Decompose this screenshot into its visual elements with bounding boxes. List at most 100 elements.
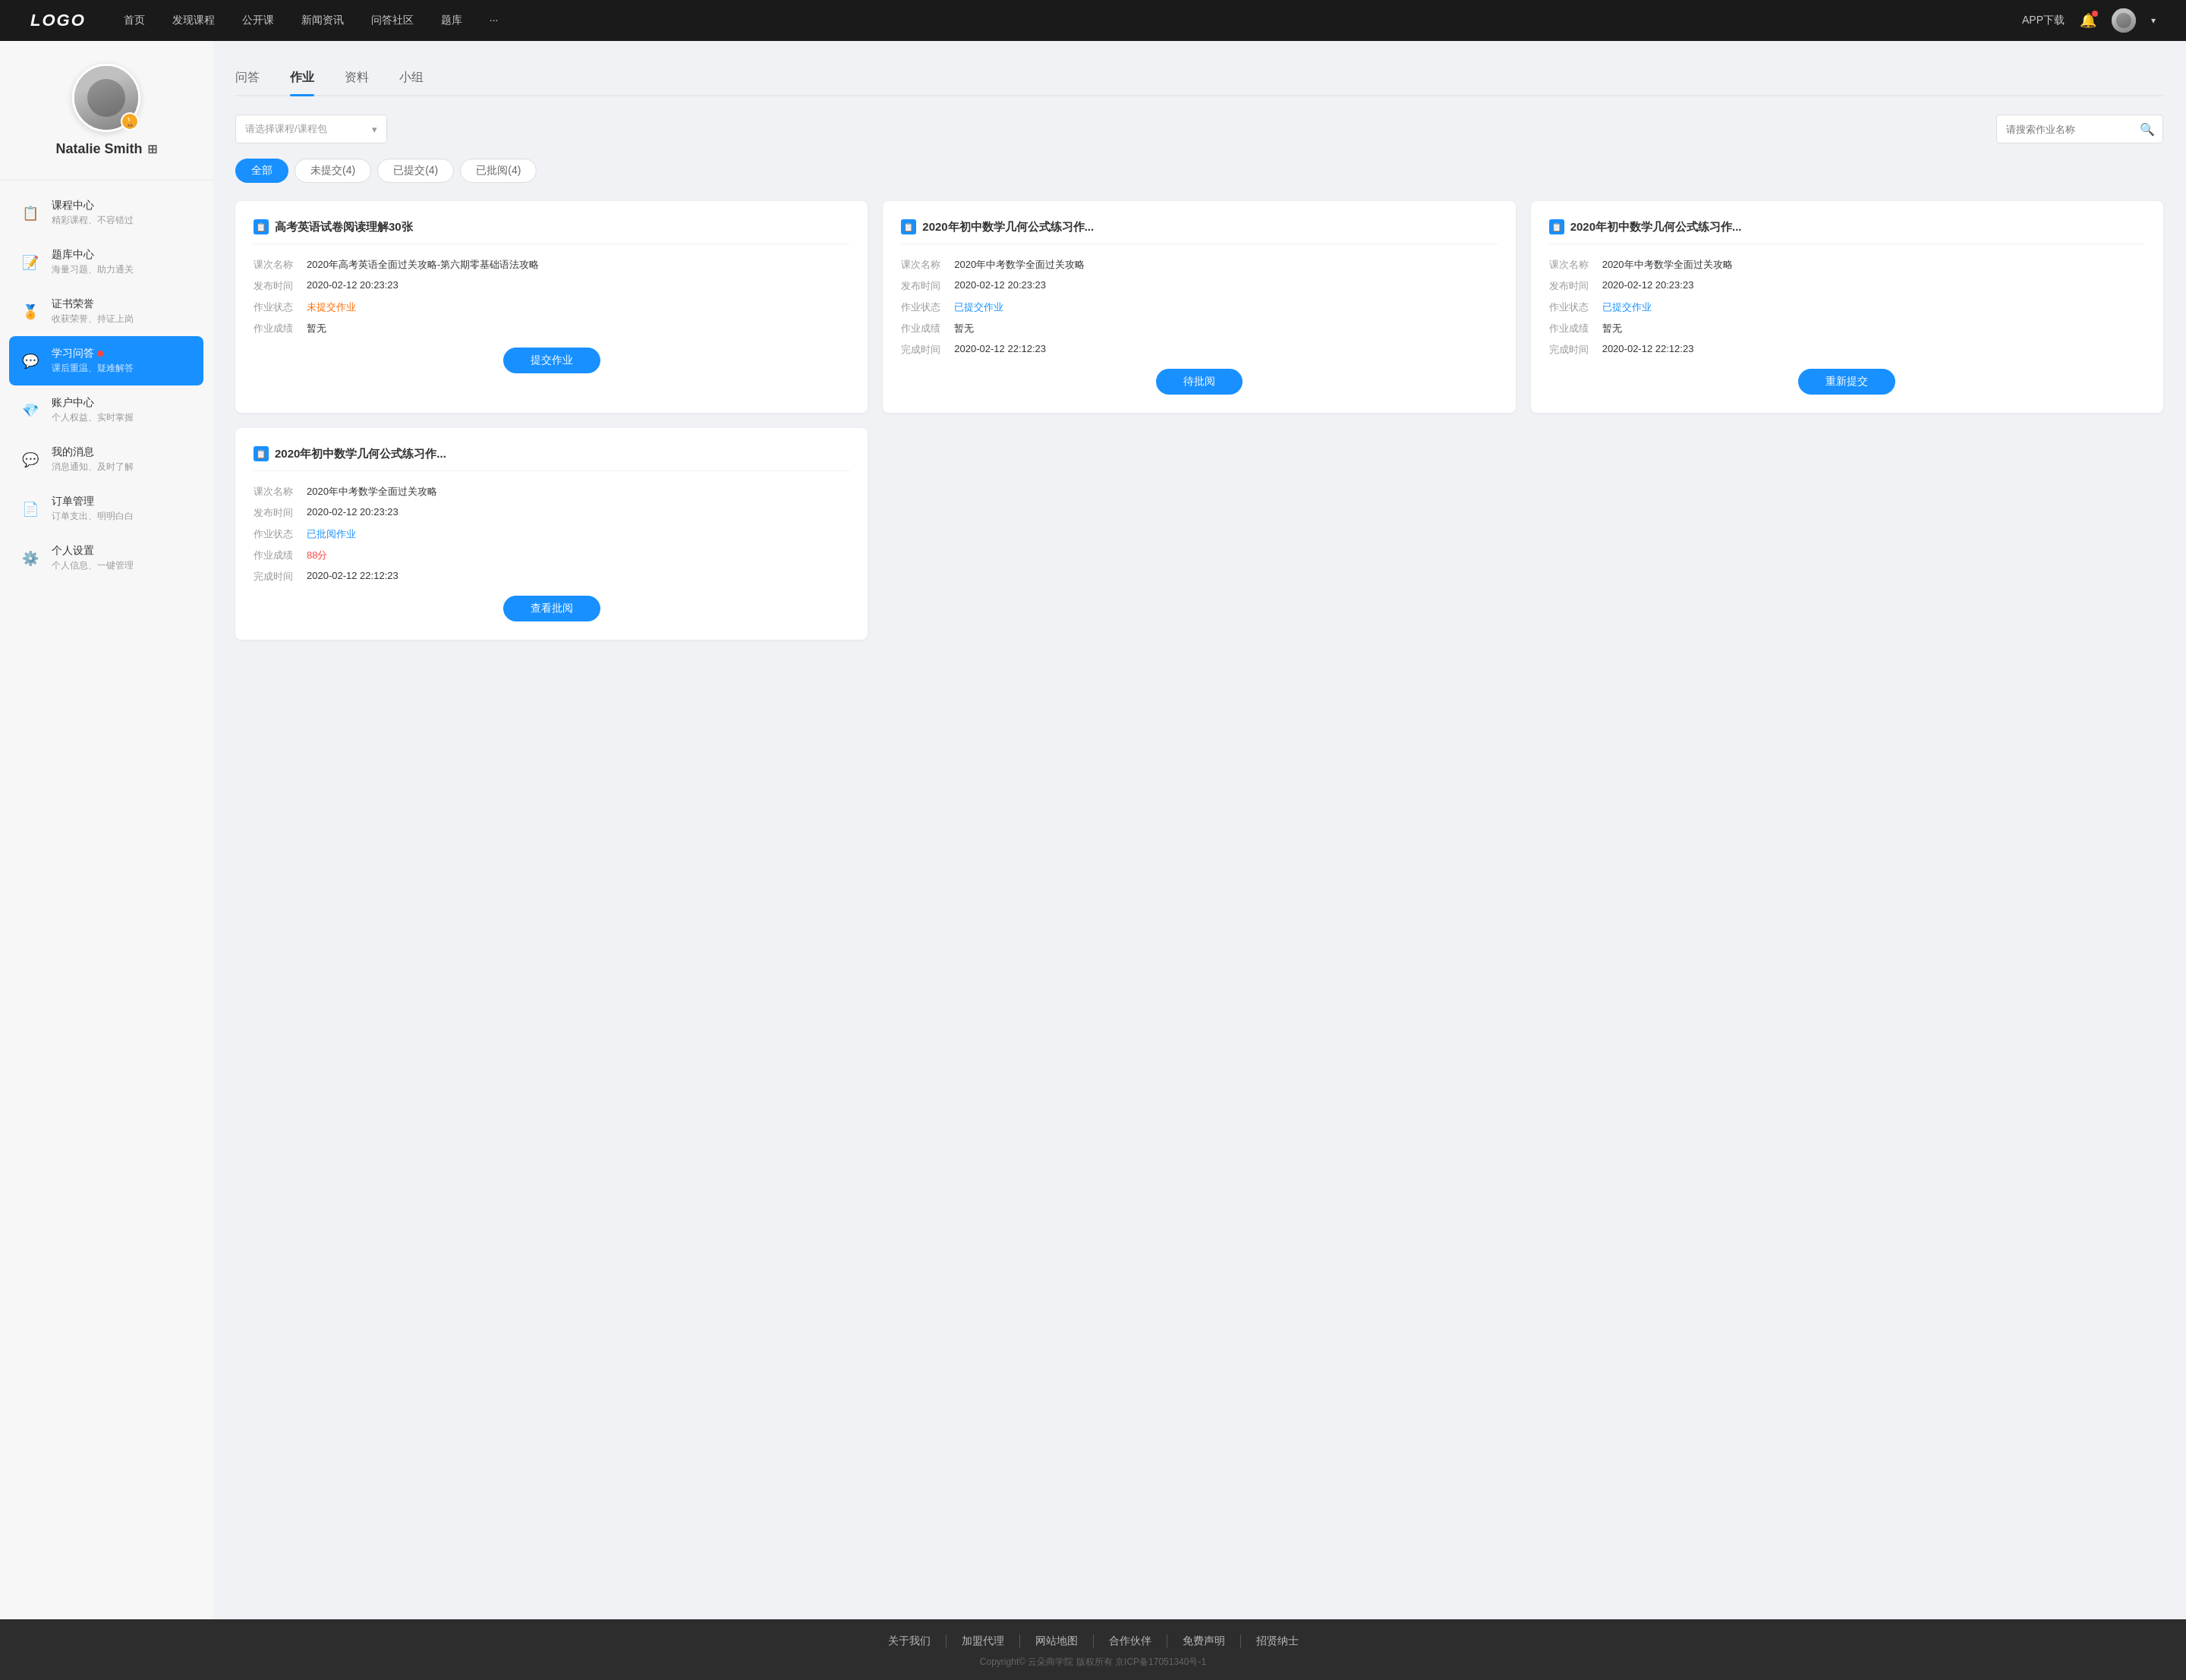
sidebar-item-learning-qa[interactable]: 💬 学习问答 课后重温、疑难解答 [9,336,203,385]
tab-homework[interactable]: 作业 [290,64,314,95]
main-layout: 🏆 Natalie Smith ⊞ 📋 课程中心 精彩课程、不容错过 📝 题库中… [0,41,2186,1619]
avatar-badge: 🏆 [121,112,139,131]
hw1-time-row: 发布时间 2020-02-12 20:23:23 [254,279,849,293]
learning-qa-text: 学习问答 课后重温、疑难解答 [52,347,194,375]
hw1-score-row: 作业成绩 暂无 [254,322,849,335]
sidebar-item-certificate[interactable]: 🏅 证书荣誉 收获荣誉、持证上岗 [0,287,213,336]
course-center-subtitle: 精彩课程、不容错过 [52,214,194,227]
hw3-title: 📋 2020年初中数学几何公式练习作... [1549,219,2145,244]
account-icon: 💎 [18,398,43,423]
hw3-score-row: 作业成绩 暂无 [1549,322,2145,335]
avatar-image [2112,8,2136,33]
search-icon[interactable]: 🔍 [2140,122,2155,137]
hw1-status-row: 作业状态 未提交作业 [254,300,849,314]
sidebar-item-question-bank[interactable]: 📝 题库中心 海量习题、助力通关 [0,238,213,287]
footer-recruit[interactable]: 招贤纳士 [1241,1634,1314,1648]
hw3-complete-row: 完成时间 2020-02-12 22:12:23 [1549,343,2145,357]
filter-all[interactable]: 全部 [235,159,288,183]
hw3-status-row: 作业状态 已提交作业 [1549,300,2145,314]
sidebar-item-orders[interactable]: 📄 订单管理 订单支出、明明白白 [0,484,213,533]
nav-bank[interactable]: 题库 [441,14,462,27]
nav-qa[interactable]: 问答社区 [371,14,414,27]
messages-icon: 💬 [18,448,43,472]
homework-card-1: 📋 高考英语试卷阅读理解30张 课次名称 2020年高考英语全面过关攻略-第六期… [235,201,868,413]
profile-section: 🏆 Natalie Smith ⊞ [0,64,213,181]
nav-news[interactable]: 新闻资讯 [301,14,344,27]
messages-text: 我的消息 消息通知、及时了解 [52,445,194,473]
tab-group[interactable]: 小组 [399,64,424,95]
hw2-score-row: 作业成绩 暂无 [901,322,1497,335]
question-bank-icon: 📝 [18,250,43,275]
content-tabs: 问答 作业 资料 小组 [235,64,2163,96]
account-title: 账户中心 [52,396,194,410]
filter-not-submitted[interactable]: 未提交(4) [295,159,371,183]
view-review-btn[interactable]: 查看批阅 [503,596,600,621]
hw3-course-row: 课次名称 2020年中考数学全面过关攻略 [1549,258,2145,272]
user-menu-chevron[interactable]: ▾ [2151,15,2156,26]
account-text: 账户中心 个人权益、实时掌握 [52,396,194,424]
logo[interactable]: LOGO [30,11,86,30]
page-footer: 关于我们 加盟代理 网站地图 合作伙伴 免费声明 招贤纳士 Copyright©… [0,1619,2186,1680]
filter-reviewed[interactable]: 已批阅(4) [460,159,537,183]
learning-qa-subtitle: 课后重温、疑难解答 [52,362,194,375]
tab-materials[interactable]: 资料 [345,64,369,95]
pending-review-btn[interactable]: 待批阅 [1156,369,1243,395]
hw4-title: 📋 2020年初中数学几何公式练习作... [254,446,849,471]
learning-qa-title: 学习问答 [52,347,194,360]
orders-icon: 📄 [18,497,43,521]
sidebar-item-account[interactable]: 💎 账户中心 个人权益、实时掌握 [0,385,213,435]
course-select[interactable]: 请选择课程/课程包 ▾ [235,115,387,143]
filter-submitted[interactable]: 已提交(4) [377,159,454,183]
nav-links: 首页 发现课程 公开课 新闻资讯 问答社区 题库 ··· [124,14,2022,27]
sidebar-item-course-center[interactable]: 📋 课程中心 精彩课程、不容错过 [0,188,213,238]
hw2-complete-row: 完成时间 2020-02-12 22:12:23 [901,343,1497,357]
footer-about[interactable]: 关于我们 [873,1634,947,1648]
course-center-title: 课程中心 [52,199,194,212]
nav-more[interactable]: ··· [490,14,499,27]
tab-qa[interactable]: 问答 [235,64,260,95]
search-input[interactable] [2006,124,2134,135]
hw4-status-row: 作业状态 已批阅作业 [254,527,849,541]
footer-sitemap[interactable]: 网站地图 [1020,1634,1094,1648]
filters-left: 请选择课程/课程包 ▾ [235,115,387,143]
course-select-placeholder: 请选择课程/课程包 [245,122,327,136]
certificate-text: 证书荣誉 收获荣誉、持证上岗 [52,297,194,326]
qr-icon[interactable]: ⊞ [147,142,157,156]
course-center-icon: 📋 [18,201,43,225]
messages-title: 我的消息 [52,445,194,459]
homework-card-3: 📋 2020年初中数学几何公式练习作... 课次名称 2020年中考数学全面过关… [1531,201,2163,413]
footer-partner[interactable]: 合作伙伴 [1094,1634,1167,1648]
qa-notification-dot [97,351,103,357]
hw4-icon: 📋 [254,446,269,461]
notification-dot [2092,11,2098,17]
sidebar-menu: 📋 课程中心 精彩课程、不容错过 📝 题库中心 海量习题、助力通关 🏅 证书荣誉 [0,181,213,590]
nav-right: APP下载 🔔 ▾ [2022,8,2156,33]
submit-homework-btn[interactable]: 提交作业 [503,348,600,373]
hw4-course-row: 课次名称 2020年中考数学全面过关攻略 [254,485,849,499]
hw2-footer: 待批阅 [901,369,1497,395]
sidebar-item-settings[interactable]: ⚙️ 个人设置 个人信息、一键管理 [0,533,213,583]
hw4-complete-row: 完成时间 2020-02-12 22:12:23 [254,570,849,584]
app-download-link[interactable]: APP下载 [2022,14,2065,27]
hw1-title: 📋 高考英语试卷阅读理解30张 [254,219,849,244]
orders-title: 订单管理 [52,495,194,508]
sidebar-item-messages[interactable]: 💬 我的消息 消息通知、及时了解 [0,435,213,484]
notification-bell[interactable]: 🔔 [2080,12,2096,29]
nav-courses[interactable]: 发现课程 [172,14,215,27]
nav-home[interactable]: 首页 [124,14,145,27]
settings-icon: ⚙️ [18,546,43,571]
filters-row: 请选择课程/课程包 ▾ 🔍 [235,115,2163,143]
hw3-footer: 重新提交 [1549,369,2145,395]
question-bank-text: 题库中心 海量习题、助力通关 [52,248,194,276]
top-navigation: LOGO 首页 发现课程 公开课 新闻资讯 问答社区 题库 ··· APP下载 … [0,0,2186,41]
nav-open[interactable]: 公开课 [242,14,274,27]
settings-title: 个人设置 [52,544,194,558]
course-center-text: 课程中心 精彩课程、不容错过 [52,199,194,227]
resubmit-btn[interactable]: 重新提交 [1798,369,1895,395]
footer-franchise[interactable]: 加盟代理 [947,1634,1020,1648]
settings-text: 个人设置 个人信息、一键管理 [52,544,194,572]
user-avatar-nav[interactable] [2112,8,2136,33]
footer-disclaimer[interactable]: 免费声明 [1167,1634,1241,1648]
question-bank-subtitle: 海量习题、助力通关 [52,263,194,276]
avatar-container: 🏆 [72,64,140,132]
